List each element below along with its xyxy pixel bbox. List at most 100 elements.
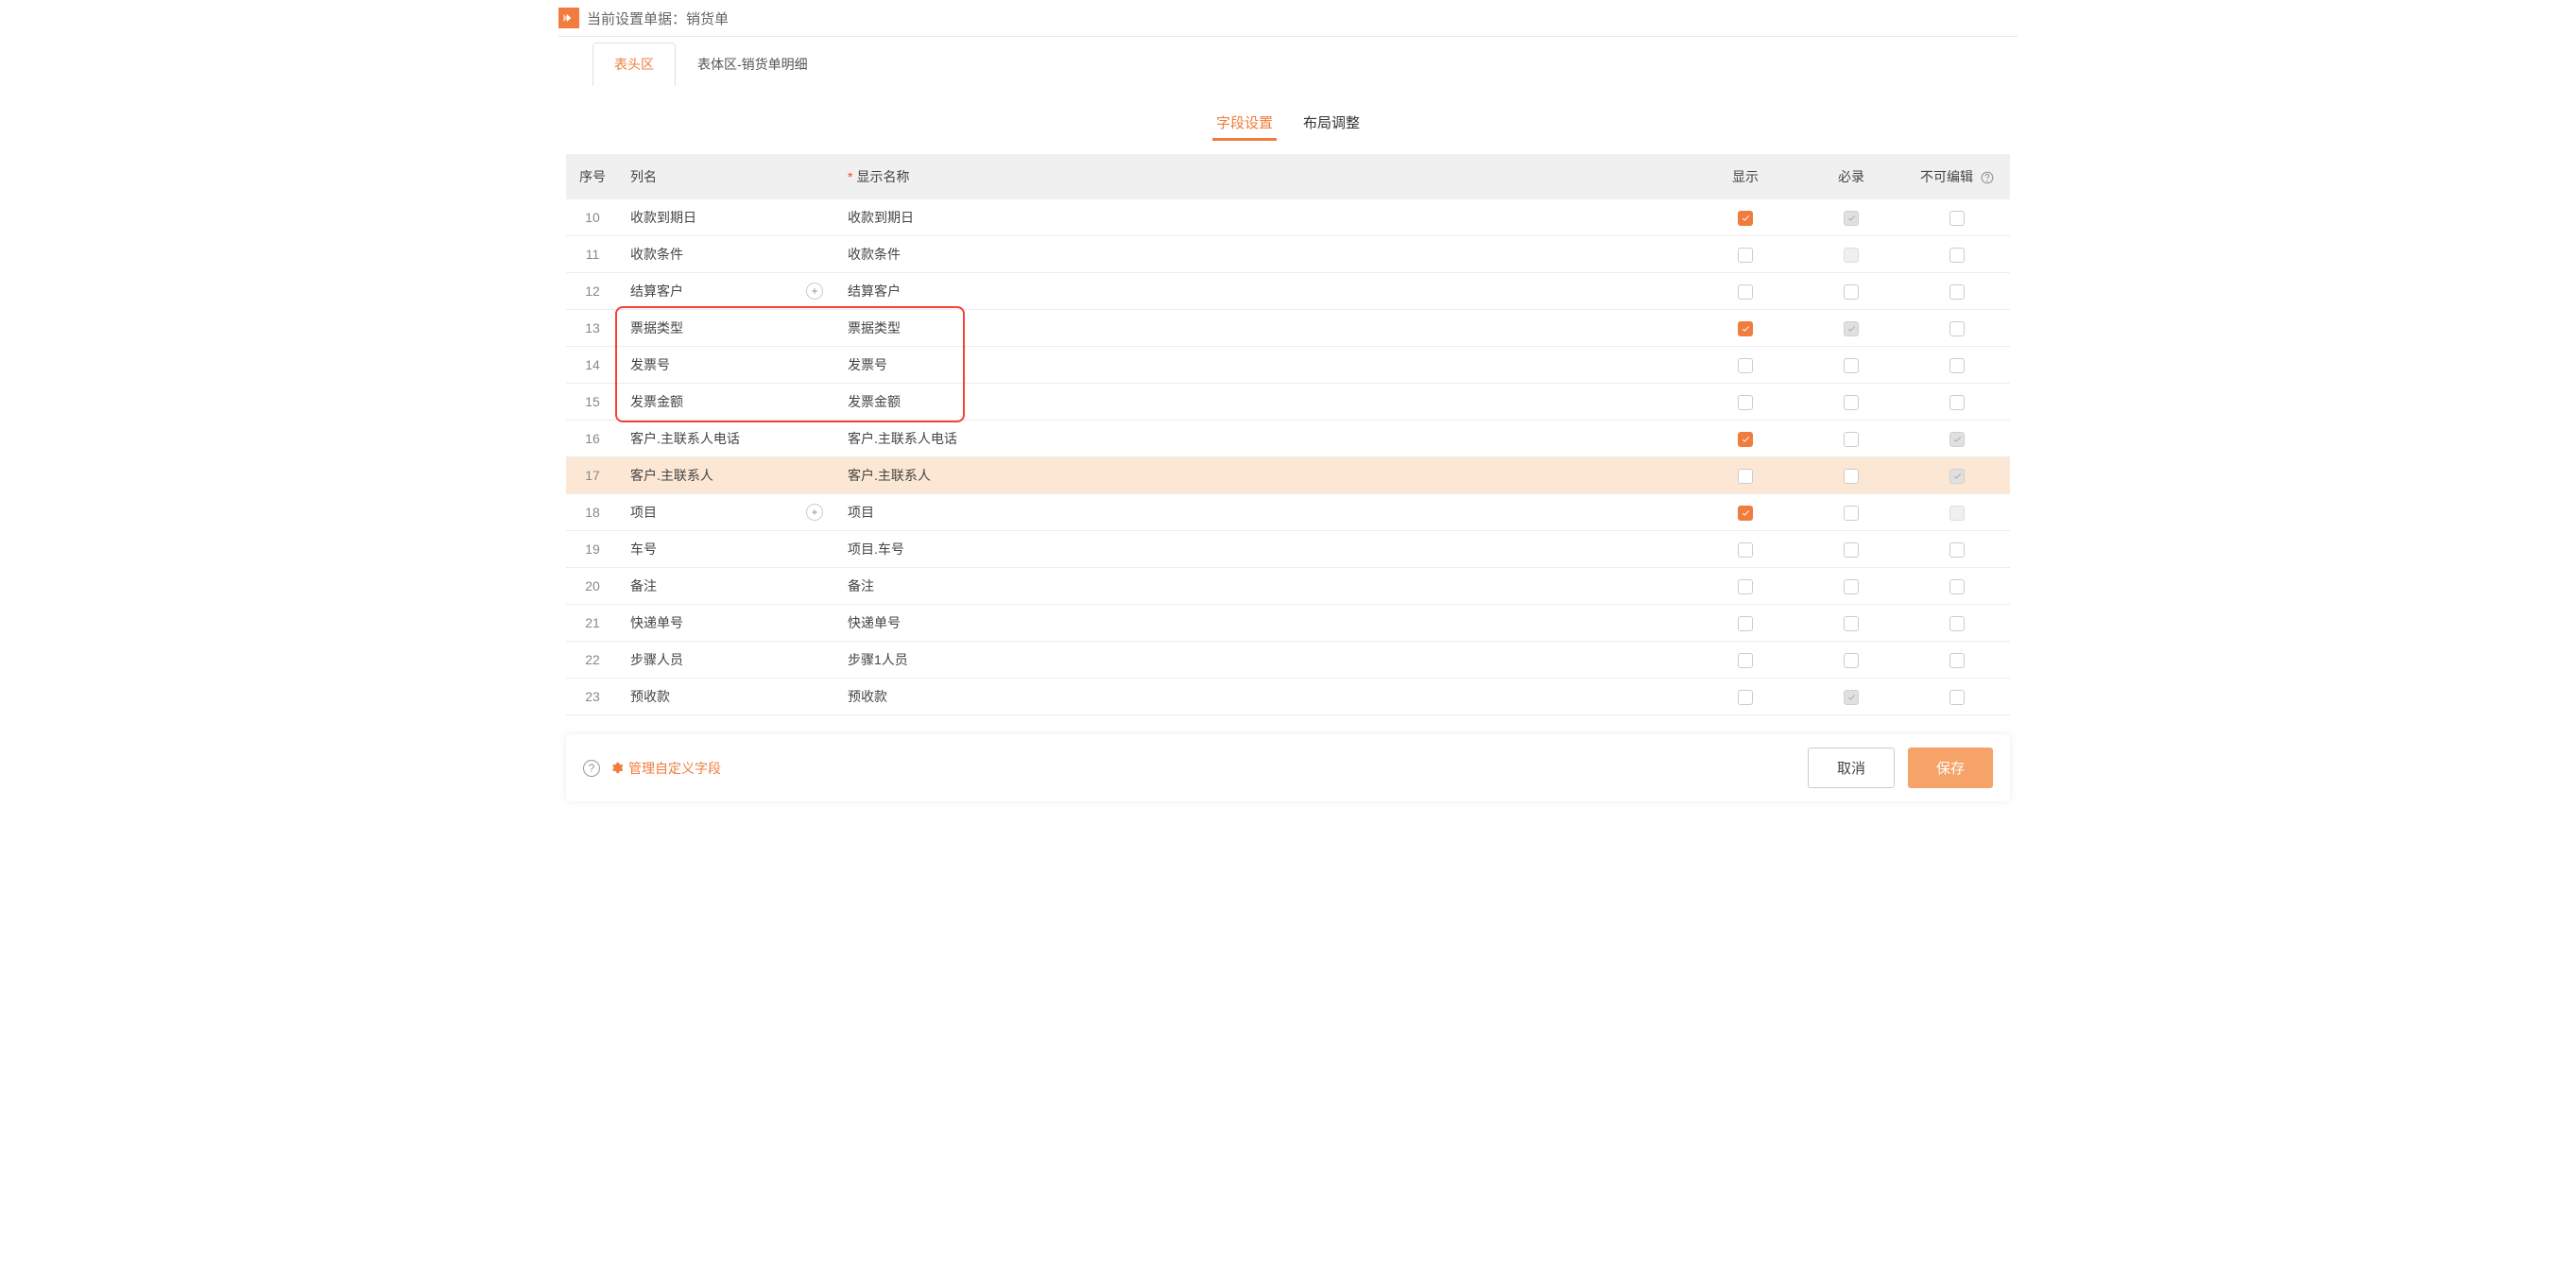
non_editable-checkbox[interactable] [1949, 284, 1965, 300]
non_editable-checkbox[interactable] [1949, 321, 1965, 336]
table-row[interactable]: 22步骤人员步骤1人员 [566, 642, 2010, 679]
page-title: 当前设置单据：销货单 [587, 9, 729, 28]
show-checkbox[interactable] [1738, 248, 1753, 263]
row-non_editable-cell [1904, 273, 2010, 310]
main-tab-0[interactable]: 表头区 [592, 43, 676, 86]
row-display-name[interactable]: 收款到期日 [836, 199, 1692, 236]
sub-tab-1[interactable]: 布局调整 [1299, 107, 1364, 141]
table-row[interactable]: 15发票金额发票金额 [566, 384, 2010, 421]
non_editable-checkbox[interactable] [1949, 358, 1965, 373]
row-show-cell [1692, 531, 1798, 568]
non_editable-checkbox[interactable] [1949, 616, 1965, 631]
row-display-name[interactable]: 预收款 [836, 679, 1692, 715]
required-checkbox[interactable] [1844, 506, 1859, 521]
show-checkbox[interactable] [1738, 653, 1753, 668]
col-seq: 序号 [566, 154, 619, 199]
required-checkbox[interactable] [1844, 653, 1859, 668]
row-name: 项目 [619, 494, 836, 531]
required-checkbox[interactable] [1844, 469, 1859, 484]
row-non_editable-cell [1904, 347, 2010, 384]
table-row[interactable]: 11收款条件收款条件 [566, 236, 2010, 273]
show-checkbox[interactable] [1738, 284, 1753, 300]
manage-custom-fields-link[interactable]: 管理自定义字段 [610, 759, 721, 778]
non_editable-checkbox[interactable] [1949, 542, 1965, 558]
required-checkbox[interactable] [1844, 432, 1859, 447]
table-row[interactable]: 16客户.主联系人电话客户.主联系人电话 [566, 421, 2010, 457]
required-checkbox[interactable] [1844, 358, 1859, 373]
row-name: 发票号 [619, 347, 836, 384]
show-checkbox[interactable] [1738, 432, 1753, 447]
cancel-button[interactable]: 取消 [1808, 748, 1895, 788]
table-row[interactable]: 19车号项目.车号 [566, 531, 2010, 568]
row-display-name[interactable]: 步骤1人员 [836, 642, 1692, 679]
table-row[interactable]: 20备注备注 [566, 568, 2010, 605]
help-icon[interactable]: ? [583, 760, 600, 777]
non_editable-checkbox[interactable] [1949, 211, 1965, 226]
row-display-name[interactable]: 发票金额 [836, 384, 1692, 421]
plus-icon[interactable] [806, 283, 823, 300]
table-row[interactable]: 10收款到期日收款到期日 [566, 199, 2010, 236]
show-checkbox[interactable] [1738, 506, 1753, 521]
required-checkbox[interactable] [1844, 616, 1859, 631]
show-checkbox[interactable] [1738, 211, 1753, 226]
show-checkbox[interactable] [1738, 690, 1753, 705]
row-display-name[interactable]: 结算客户 [836, 273, 1692, 310]
row-display-name[interactable]: 项目 [836, 494, 1692, 531]
show-checkbox[interactable] [1738, 469, 1753, 484]
non_editable-checkbox[interactable] [1949, 579, 1965, 594]
main-tab-1[interactable]: 表体区-销货单明细 [676, 43, 830, 86]
show-checkbox[interactable] [1738, 395, 1753, 410]
help-icon[interactable] [1981, 171, 1994, 184]
row-non_editable-cell [1904, 310, 2010, 347]
sub-tabs: 字段设置布局调整 [558, 107, 2018, 141]
row-display-name[interactable]: 备注 [836, 568, 1692, 605]
required-checkbox[interactable] [1844, 284, 1859, 300]
show-checkbox[interactable] [1738, 579, 1753, 594]
row-seq: 18 [566, 494, 619, 531]
table-row[interactable]: 12结算客户结算客户 [566, 273, 2010, 310]
required-checkbox [1844, 321, 1859, 336]
row-name: 备注 [619, 568, 836, 605]
table-row[interactable]: 21快递单号快递单号 [566, 605, 2010, 642]
plus-icon[interactable] [806, 504, 823, 521]
required-checkbox [1844, 690, 1859, 705]
row-seq: 15 [566, 384, 619, 421]
expand-icon[interactable] [558, 8, 579, 28]
non_editable-checkbox[interactable] [1949, 395, 1965, 410]
non_editable-checkbox[interactable] [1949, 248, 1965, 263]
row-required-cell [1798, 421, 1904, 457]
row-show-cell [1692, 347, 1798, 384]
row-name: 收款条件 [619, 236, 836, 273]
show-checkbox[interactable] [1738, 358, 1753, 373]
row-display-name[interactable]: 快递单号 [836, 605, 1692, 642]
save-button[interactable]: 保存 [1908, 748, 1993, 788]
row-required-cell [1798, 642, 1904, 679]
non_editable-checkbox[interactable] [1949, 653, 1965, 668]
row-show-cell [1692, 494, 1798, 531]
row-non_editable-cell [1904, 421, 2010, 457]
required-checkbox[interactable] [1844, 542, 1859, 558]
table-row[interactable]: 17客户.主联系人客户.主联系人 [566, 457, 2010, 494]
row-required-cell [1798, 236, 1904, 273]
row-display-name[interactable]: 客户.主联系人电话 [836, 421, 1692, 457]
required-checkbox[interactable] [1844, 579, 1859, 594]
row-display-name[interactable]: 发票号 [836, 347, 1692, 384]
table-row[interactable]: 23预收款预收款 [566, 679, 2010, 715]
required-checkbox[interactable] [1844, 395, 1859, 410]
col-show: 显示 [1692, 154, 1798, 199]
sub-tab-0[interactable]: 字段设置 [1212, 107, 1277, 141]
row-name: 票据类型 [619, 310, 836, 347]
row-display-name[interactable]: 项目.车号 [836, 531, 1692, 568]
show-checkbox[interactable] [1738, 616, 1753, 631]
row-display-name[interactable]: 客户.主联系人 [836, 457, 1692, 494]
col-name: 列名 [619, 154, 836, 199]
row-non_editable-cell [1904, 531, 2010, 568]
row-display-name[interactable]: 收款条件 [836, 236, 1692, 273]
table-row[interactable]: 14发票号发票号 [566, 347, 2010, 384]
row-display-name[interactable]: 票据类型 [836, 310, 1692, 347]
table-row[interactable]: 18项目项目 [566, 494, 2010, 531]
table-row[interactable]: 13票据类型票据类型 [566, 310, 2010, 347]
non_editable-checkbox[interactable] [1949, 690, 1965, 705]
show-checkbox[interactable] [1738, 321, 1753, 336]
show-checkbox[interactable] [1738, 542, 1753, 558]
